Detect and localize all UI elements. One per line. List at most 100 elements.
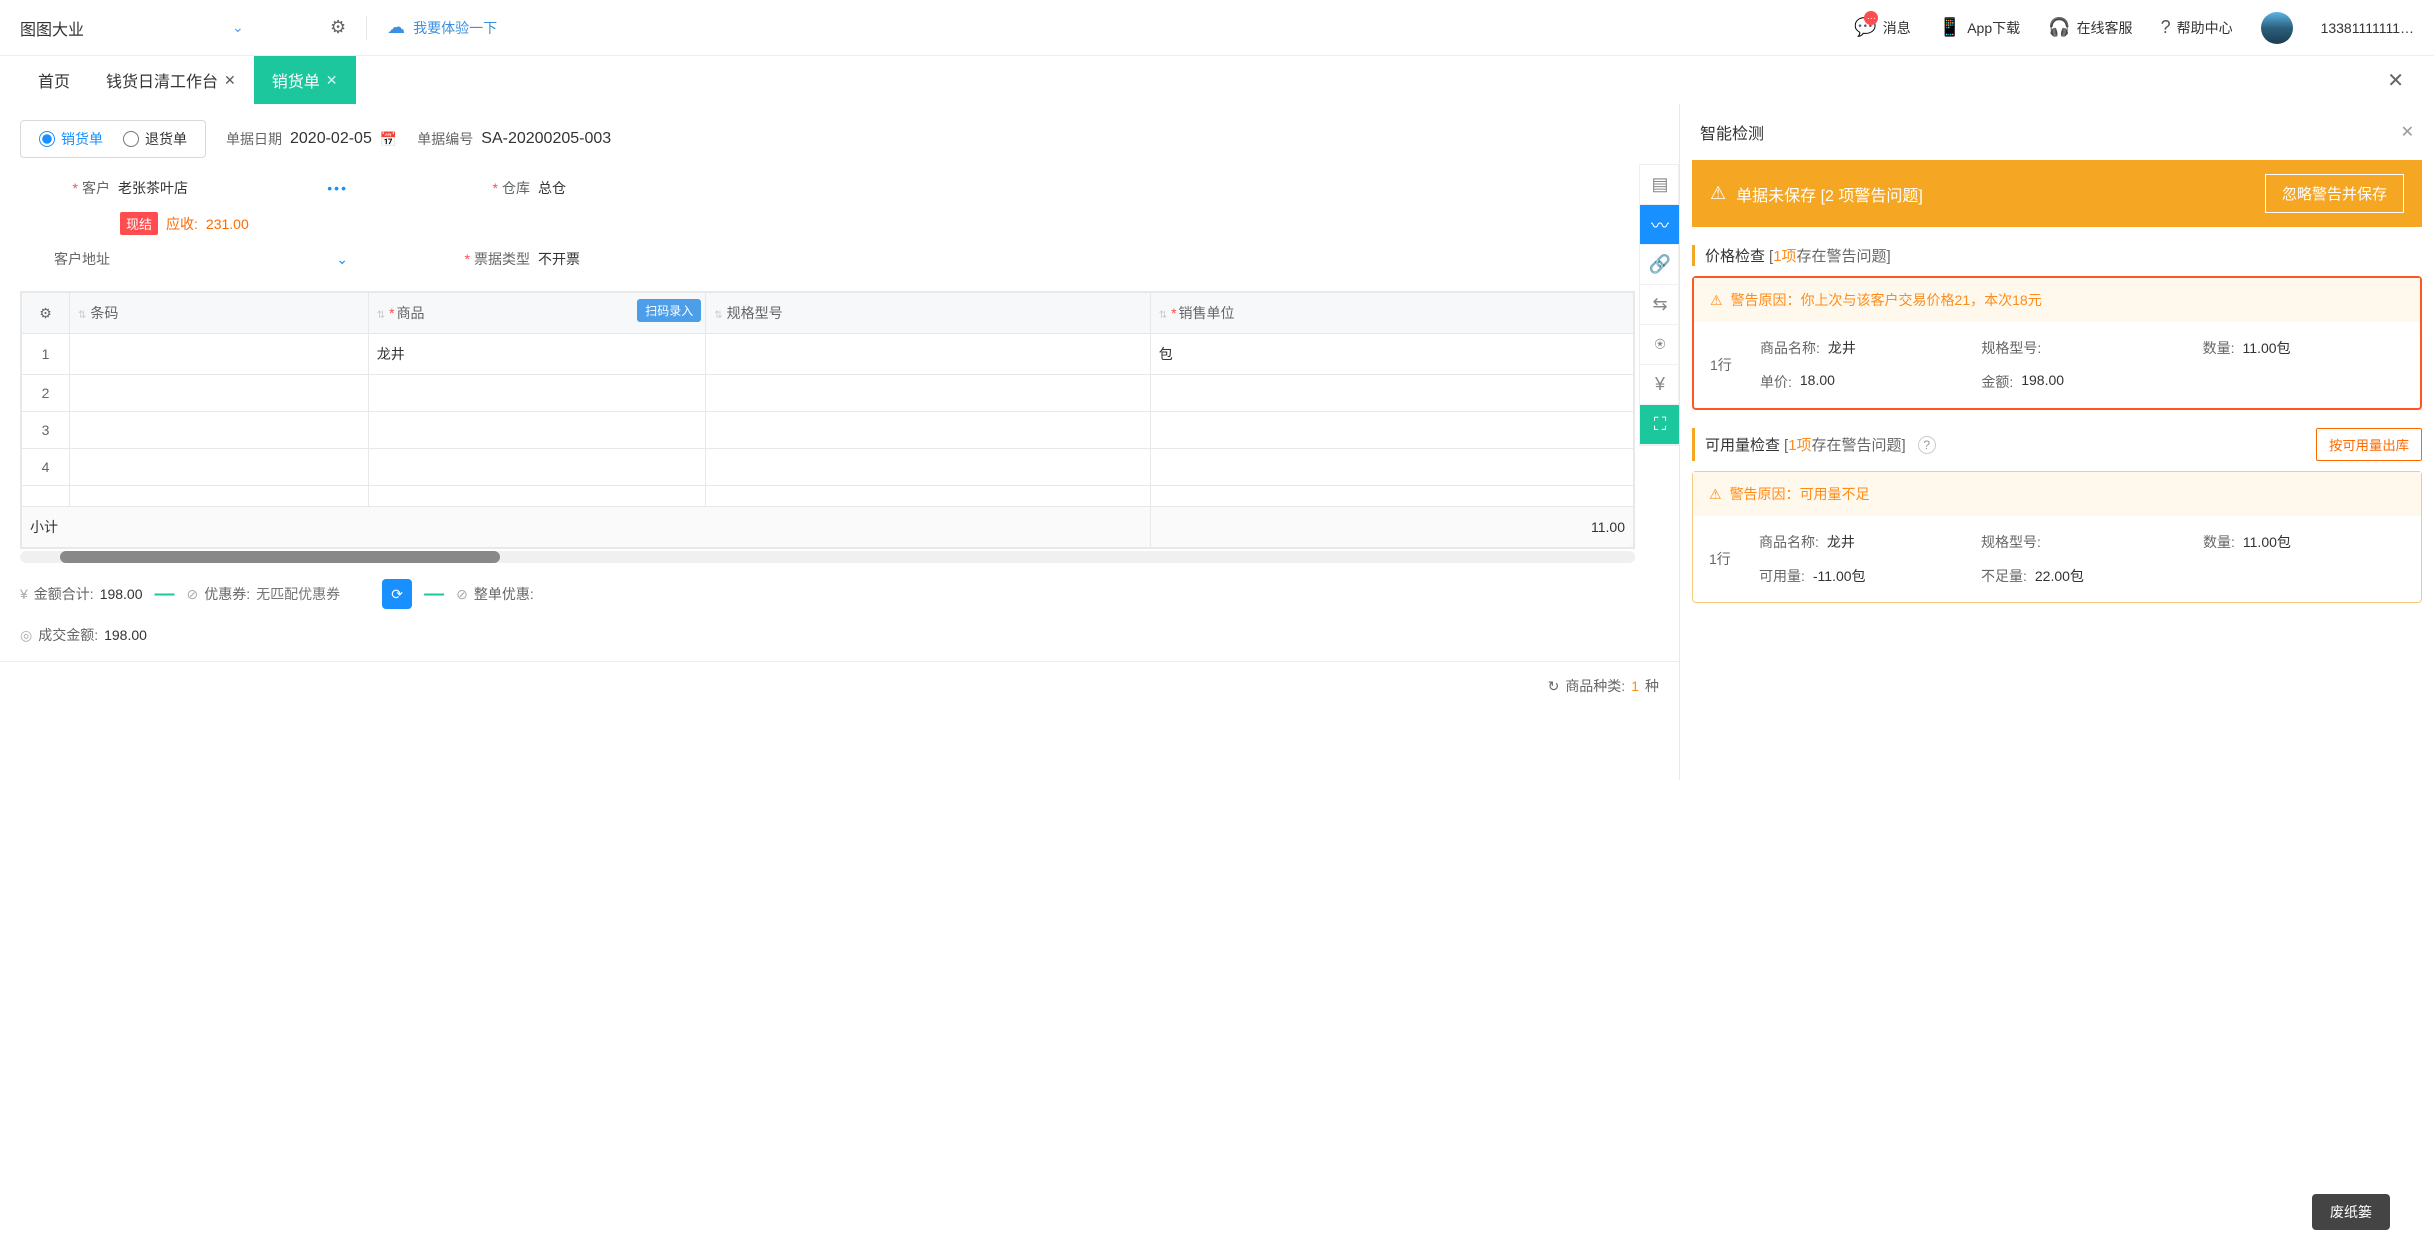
close-icon[interactable]: ✕ bbox=[326, 72, 338, 89]
tab-workbench-label: 钱货日清工作台 bbox=[106, 68, 218, 92]
cell-product[interactable]: 龙井 bbox=[368, 334, 706, 375]
currency-icon[interactable]: ¥ bbox=[1640, 365, 1679, 405]
close-icon[interactable]: ✕ bbox=[224, 72, 236, 89]
th-product[interactable]: ⇅*商品扫码录入 bbox=[368, 293, 706, 334]
coupon-field: ⊘ 优惠券: ⟳ bbox=[187, 579, 413, 609]
kinds-label: 商品种类: bbox=[1565, 676, 1625, 696]
warning-icon: ⚠ bbox=[1709, 486, 1722, 503]
warehouse-label: 仓库 bbox=[440, 178, 530, 198]
scrollbar-thumb[interactable] bbox=[60, 551, 500, 563]
nav-messages[interactable]: 💬··· 消息 bbox=[1854, 17, 1910, 38]
settle-row: 现结 应收: 231.00 bbox=[120, 212, 1659, 235]
exchange-icon[interactable]: ⇆ bbox=[1640, 285, 1679, 325]
stock-check-title-text: 可用量检查 bbox=[1705, 434, 1780, 455]
price-check-reason: ⚠ 警告原因：你上次与该客户交易价格21，本次18元 bbox=[1694, 278, 2420, 322]
invoice-cell: 票据类型 不开票 bbox=[440, 249, 800, 269]
expand-icon[interactable]: ⛶ bbox=[1640, 405, 1679, 445]
close-icon[interactable]: ✕ bbox=[2401, 122, 2414, 142]
minus-icon: — bbox=[155, 583, 175, 606]
total-amount: ¥ 金额合计: 198.00 bbox=[20, 584, 143, 604]
radio-return-input[interactable] bbox=[123, 131, 139, 147]
date-value[interactable]: 2020-02-05 bbox=[290, 130, 372, 148]
radio-return[interactable]: 退货单 bbox=[115, 125, 195, 153]
stock-check-title: 可用量检查 [1项存在警告问题] ? 按可用量出库 bbox=[1692, 428, 2422, 461]
ship-by-available-button[interactable]: 按可用量出库 bbox=[2316, 428, 2422, 461]
minus-icon: — bbox=[424, 583, 444, 606]
sort-icon: ⇅ bbox=[714, 310, 722, 321]
cell-spec[interactable] bbox=[706, 334, 1150, 375]
user-phone[interactable]: 13381111111… bbox=[2321, 20, 2414, 36]
cell-barcode[interactable] bbox=[70, 334, 369, 375]
nav-app-download[interactable]: 📱 App下载 bbox=[1939, 17, 2020, 38]
nav-help-label: 帮助中心 bbox=[2177, 18, 2233, 38]
banner-text: 单据未保存 [2 项警告问题] bbox=[1736, 182, 1923, 206]
coupon-input[interactable] bbox=[256, 586, 376, 602]
chart-icon[interactable]: 〰 bbox=[1640, 205, 1679, 245]
refresh-icon[interactable]: ⟳ bbox=[382, 579, 412, 609]
stock-check-grid: 商品名称:龙井 规格型号: 数量:11.00包 可用量:-11.00包 不足量:… bbox=[1759, 532, 2405, 586]
help-icon[interactable]: ? bbox=[1918, 436, 1936, 454]
person-icon[interactable]: ⍟ bbox=[1640, 325, 1679, 365]
org-selector[interactable]: 图图大业 ⌄ bbox=[20, 16, 300, 40]
price-check-grid: 商品名称:龙井 规格型号: 数量:11.00包 单价:18.00 金额:198.… bbox=[1760, 338, 2404, 392]
tab-sales-order[interactable]: 销货单 ✕ bbox=[254, 56, 356, 104]
radio-sale-label: 销货单 bbox=[61, 129, 103, 149]
order-type-radio-group: 销货单 退货单 bbox=[20, 120, 206, 158]
horizontal-scrollbar[interactable] bbox=[20, 551, 1635, 563]
badge-icon: ··· bbox=[1864, 11, 1878, 25]
nav-online-service[interactable]: 🎧 在线客服 bbox=[2048, 17, 2132, 38]
stock-check-card: ⚠ 警告原因：可用量不足 1行 商品名称:龙井 规格型号: 数量:11.00包 … bbox=[1692, 471, 2422, 603]
subtotal-value: 11.00 bbox=[1150, 507, 1633, 548]
nav-app-label: App下载 bbox=[1967, 18, 2020, 38]
customer-label: 客户 bbox=[20, 178, 110, 198]
th-gear[interactable]: ⚙ bbox=[22, 293, 70, 334]
tab-home[interactable]: 首页 bbox=[20, 56, 88, 104]
deal-label: 成交金额: bbox=[38, 625, 98, 645]
kinds-suffix: 种 bbox=[1645, 676, 1659, 696]
whole-discount: ⊘ 整单优惠: bbox=[456, 584, 534, 604]
invoice-label: 票据类型 bbox=[440, 249, 530, 269]
whole-discount-label: 整单优惠: bbox=[474, 584, 534, 604]
nav-help-center[interactable]: ? 帮助中心 bbox=[2161, 17, 2233, 38]
headset-icon: 🎧 bbox=[2048, 17, 2070, 38]
gear-icon[interactable]: ⚙ bbox=[330, 17, 346, 38]
calendar-icon[interactable]: 📅 bbox=[380, 131, 397, 148]
nav-messages-label: 消息 bbox=[1883, 18, 1911, 38]
ignore-save-button[interactable]: 忽略警告并保存 bbox=[2265, 174, 2404, 213]
form-top: 销货单 退货单 单据日期 2020-02-05 📅 单据编号 SA-202002… bbox=[0, 116, 1679, 170]
invoice-value[interactable]: 不开票 bbox=[538, 249, 580, 269]
price-check-card: ⚠ 警告原因：你上次与该客户交易价格21，本次18元 1行 商品名称:龙井 规格… bbox=[1692, 276, 2422, 410]
tab-workbench[interactable]: 钱货日清工作台 ✕ bbox=[88, 56, 254, 104]
th-barcode[interactable]: ⇅条码 bbox=[70, 293, 369, 334]
table-row[interactable]: 2 bbox=[22, 375, 1634, 412]
doc-icon[interactable]: ▤ bbox=[1640, 165, 1679, 205]
form-grid: 客户 老张茶叶店 ••• 仓库 总仓 现结 应收: 231.00 客户地 bbox=[0, 170, 1679, 291]
table-row[interactable] bbox=[22, 486, 1634, 507]
help-icon: ? bbox=[2161, 17, 2171, 38]
ellipsis-icon[interactable]: ••• bbox=[327, 180, 348, 196]
cell-unit[interactable]: 包 bbox=[1150, 334, 1633, 375]
trash-button[interactable]: 废纸篓 bbox=[2312, 1194, 2390, 1230]
price-check-title: 价格检查 [1项存在警告问题] bbox=[1692, 245, 2422, 266]
link-icon[interactable]: 🔗 bbox=[1640, 245, 1679, 285]
th-spec[interactable]: ⇅规格型号 bbox=[706, 293, 1150, 334]
close-all-tabs-icon[interactable]: ✕ bbox=[2377, 68, 2414, 93]
th-unit[interactable]: ⇅*销售单位 bbox=[1150, 293, 1633, 334]
tabs-row: 首页 钱货日清工作台 ✕ 销货单 ✕ ✕ bbox=[0, 56, 2434, 104]
warehouse-value[interactable]: 总仓 bbox=[538, 178, 566, 198]
try-experience-link[interactable]: ☁ 我要体验一下 bbox=[387, 17, 497, 38]
customer-value-wrap[interactable]: 老张茶叶店 ••• bbox=[118, 178, 348, 198]
price-check-body: 1行 商品名称:龙井 规格型号: 数量:11.00包 单价:18.00 金额:1… bbox=[1694, 322, 2420, 408]
radio-sale[interactable]: 销货单 bbox=[31, 125, 111, 153]
left-panel: 销货单 退货单 单据日期 2020-02-05 📅 单据编号 SA-202002… bbox=[0, 104, 1679, 780]
avatar[interactable] bbox=[2261, 12, 2293, 44]
table-row[interactable]: 3 bbox=[22, 412, 1634, 449]
scan-input-button[interactable]: 扫码录入 bbox=[637, 299, 701, 322]
stock-check-section: 可用量检查 [1项存在警告问题] ? 按可用量出库 ⚠ 警告原因：可用量不足 1… bbox=[1692, 428, 2422, 603]
table-row[interactable]: 4 bbox=[22, 449, 1634, 486]
radio-sale-input[interactable] bbox=[39, 131, 55, 147]
addr-dropdown[interactable]: ⌄ bbox=[118, 251, 348, 268]
smart-header: 智能检测 ✕ bbox=[1680, 104, 2434, 160]
table-row[interactable]: 1 龙井 包 bbox=[22, 334, 1634, 375]
cloud-icon: ☁ bbox=[387, 17, 405, 38]
